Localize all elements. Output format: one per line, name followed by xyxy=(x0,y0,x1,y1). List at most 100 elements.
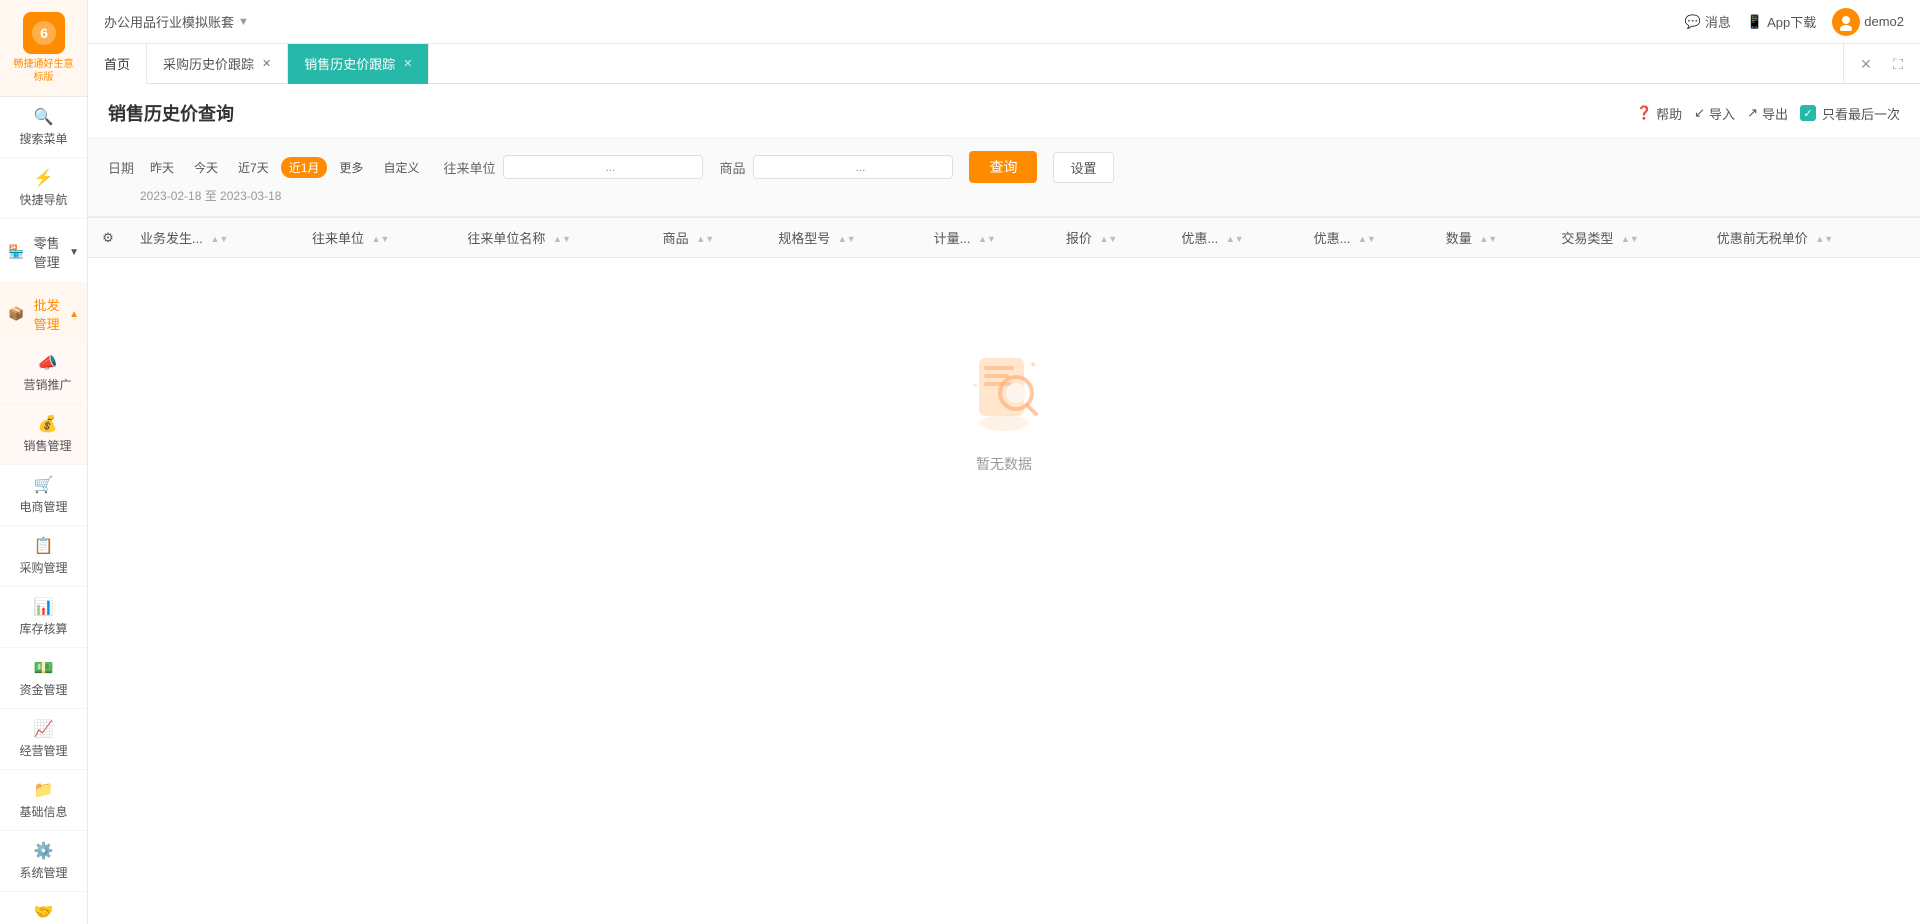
tab-sales-label: 销售历史价跟踪 xyxy=(304,54,395,73)
th-goods-label: 商品 xyxy=(663,231,689,246)
th-gear[interactable]: ⚙ xyxy=(88,218,128,258)
logo-icon: 6 xyxy=(23,12,65,54)
th-unit-label: 计量... xyxy=(934,231,971,246)
th-unit[interactable]: 计量... ▲▼ xyxy=(922,218,1054,258)
company-arrow: ▼ xyxy=(238,16,249,28)
th-pretax-price-label: 优惠前无税单价 xyxy=(1717,231,1808,246)
sidebar-item-inventory[interactable]: 📊 库存核算 xyxy=(0,587,87,648)
only-last-checkbox[interactable] xyxy=(1800,105,1816,121)
sort-arrows-pname: ▲▼ xyxy=(553,235,571,244)
top-header: 办公用品行业模拟账套 ▼ 💬 消息 📱 App下载 demo2 xyxy=(88,0,1920,44)
help-icon: ❓ xyxy=(1636,105,1652,121)
tab-maximize[interactable]: ⛶ xyxy=(1884,50,1912,78)
date-range-display: 2023-02-18 至 2023-03-18 xyxy=(140,189,281,203)
date-btn-custom[interactable]: 自定义 xyxy=(375,157,427,178)
import-btn[interactable]: ↙ 导入 xyxy=(1694,104,1735,123)
empty-text: 暂无数据 xyxy=(976,454,1032,474)
th-trade-type[interactable]: 交易类型 ▲▼ xyxy=(1549,218,1704,258)
table-header-row: ⚙ 业务发生... ▲▼ 往来单位 ▲▼ xyxy=(88,218,1920,258)
search-icon: 🔍 xyxy=(34,107,54,127)
date-btn-1month[interactable]: 近1月 xyxy=(281,157,328,178)
sidebar-item-ecommerce[interactable]: 🛒 电商管理 xyxy=(0,465,87,526)
date-btn-today[interactable]: 今天 xyxy=(186,157,226,178)
date-btn-yesterday[interactable]: 昨天 xyxy=(142,157,182,178)
wholesale-arrow: ▲ xyxy=(69,309,79,320)
tab-home-label: 首页 xyxy=(104,54,130,73)
empty-state: ✦ ✦ 暂无数据 xyxy=(88,258,1920,554)
data-table: ⚙ 业务发生... ▲▼ 往来单位 ▲▼ xyxy=(88,217,1920,554)
partner-input[interactable]: ... xyxy=(503,155,703,179)
date-filter-group: 日期 昨天 今天 近7天 近1月 更多 自定义 xyxy=(108,157,427,178)
th-price[interactable]: 报价 ▲▼ xyxy=(1054,218,1170,258)
th-quantity[interactable]: 数量 ▲▼ xyxy=(1434,218,1550,258)
message-btn[interactable]: 💬 消息 xyxy=(1685,12,1731,31)
finance-icon: 💵 xyxy=(34,658,54,678)
tab-purchase-label: 采购历史价跟踪 xyxy=(163,54,254,73)
gear-icon[interactable]: ⚙ xyxy=(102,230,114,246)
tab-purchase[interactable]: 采购历史价跟踪 ✕ xyxy=(147,44,288,84)
sidebar-item-wholesale-label: 批发管理 xyxy=(27,295,66,333)
query-button[interactable]: 查询 xyxy=(969,151,1037,183)
sidebar-item-retail-label: 零售管理 xyxy=(27,233,66,271)
sidebar-item-sales[interactable]: 💰 销售管理 xyxy=(0,404,87,465)
wholesale-icon: 📦 xyxy=(8,306,24,322)
date-buttons: 昨天 今天 近7天 近1月 更多 自定义 xyxy=(142,157,427,178)
th-partner-code[interactable]: 往来单位 ▲▼ xyxy=(300,218,455,258)
sidebar-item-operation[interactable]: 📈 经营管理 xyxy=(0,709,87,770)
sidebar-item-wholesale[interactable]: 📦 批发管理 ▲ xyxy=(0,281,87,343)
sidebar-item-marketing[interactable]: 📣 营销推广 xyxy=(0,343,87,404)
sales-icon: 💰 xyxy=(38,414,58,434)
tab-sales-close[interactable]: ✕ xyxy=(403,57,412,70)
sidebar-item-search[interactable]: 🔍 搜索菜单 xyxy=(0,97,87,158)
th-discount1[interactable]: 优惠... ▲▼ xyxy=(1169,218,1301,258)
sidebar-item-ecommerce-label: 电商管理 xyxy=(19,498,67,515)
sidebar-item-search-label: 搜索菜单 xyxy=(19,130,67,147)
th-discount2-label: 优惠... xyxy=(1314,231,1351,246)
page-content: 销售历史价查询 ❓ 帮助 ↙ 导入 ↗ 导出 xyxy=(88,84,1920,924)
help-btn[interactable]: ❓ 帮助 xyxy=(1636,104,1682,123)
app-download-btn[interactable]: 📱 App下载 xyxy=(1747,12,1816,31)
tab-purchase-close[interactable]: ✕ xyxy=(262,57,271,70)
sidebar-item-basic[interactable]: 📁 基础信息 xyxy=(0,770,87,831)
th-discount2[interactable]: 优惠... ▲▼ xyxy=(1302,218,1434,258)
settings-button[interactable]: 设置 xyxy=(1053,152,1113,183)
export-btn[interactable]: ↗ 导出 xyxy=(1747,104,1788,123)
th-discount1-label: 优惠... xyxy=(1181,231,1218,246)
only-last-wrap[interactable]: 只看最后一次 xyxy=(1800,104,1900,123)
retail-icon: 🏪 xyxy=(8,244,24,260)
th-partner-name[interactable]: 往来单位名称 ▲▼ xyxy=(455,218,650,258)
sort-arrows-disc2: ▲▼ xyxy=(1358,235,1376,244)
th-business-date-label: 业务发生... xyxy=(140,231,203,246)
date-btn-more[interactable]: 更多 xyxy=(331,157,371,178)
tab-home[interactable]: 首页 xyxy=(88,44,147,84)
th-goods[interactable]: 商品 ▲▼ xyxy=(651,218,767,258)
th-pretax-price[interactable]: 优惠前无税单价 ▲▼ xyxy=(1705,218,1920,258)
header-left: 办公用品行业模拟账套 ▼ xyxy=(104,12,249,31)
operation-icon: 📈 xyxy=(34,719,54,739)
goods-input[interactable]: ... xyxy=(753,155,953,179)
tab-close-all[interactable]: ✕ xyxy=(1852,50,1880,78)
sidebar-item-collab[interactable]: 🤝 企业协同 xyxy=(0,892,87,924)
page-inner: 销售历史价查询 ❓ 帮助 ↙ 导入 ↗ 导出 xyxy=(88,84,1920,924)
date-btn-7days[interactable]: 近7天 xyxy=(230,157,277,178)
sidebar-item-finance[interactable]: 💵 资金管理 xyxy=(0,648,87,709)
user-menu[interactable]: demo2 xyxy=(1832,8,1904,36)
filter-row: 日期 昨天 今天 近7天 近1月 更多 自定义 往来单位 xyxy=(108,151,1900,183)
sidebar-item-retail[interactable]: 🏪 零售管理 ▼ xyxy=(0,219,87,281)
partner-label: 往来单位 xyxy=(443,158,495,177)
th-spec[interactable]: 规格型号 ▲▼ xyxy=(766,218,921,258)
th-business-date[interactable]: 业务发生... ▲▼ xyxy=(128,218,300,258)
logo: 6 畅捷通好生意 标版 xyxy=(0,0,87,97)
sidebar-item-inventory-label: 库存核算 xyxy=(19,620,67,637)
header-right: 💬 消息 📱 App下载 demo2 xyxy=(1685,8,1904,36)
marketing-icon: 📣 xyxy=(38,353,58,373)
company-selector[interactable]: 办公用品行业模拟账套 ▼ xyxy=(104,12,249,31)
sort-arrows-trade: ▲▼ xyxy=(1621,235,1639,244)
ecommerce-icon: 🛒 xyxy=(34,475,54,495)
sidebar-item-system[interactable]: ⚙️ 系统管理 xyxy=(0,831,87,892)
tab-sales[interactable]: 销售历史价跟踪 ✕ xyxy=(288,44,429,84)
sidebar-item-purchase[interactable]: 📋 采购管理 xyxy=(0,526,87,587)
logo-sub: 标版 xyxy=(34,71,54,84)
table-container: ⚙ 业务发生... ▲▼ 往来单位 ▲▼ xyxy=(88,217,1920,554)
sidebar-item-quicknav[interactable]: ⚡ 快捷导航 xyxy=(0,158,87,219)
